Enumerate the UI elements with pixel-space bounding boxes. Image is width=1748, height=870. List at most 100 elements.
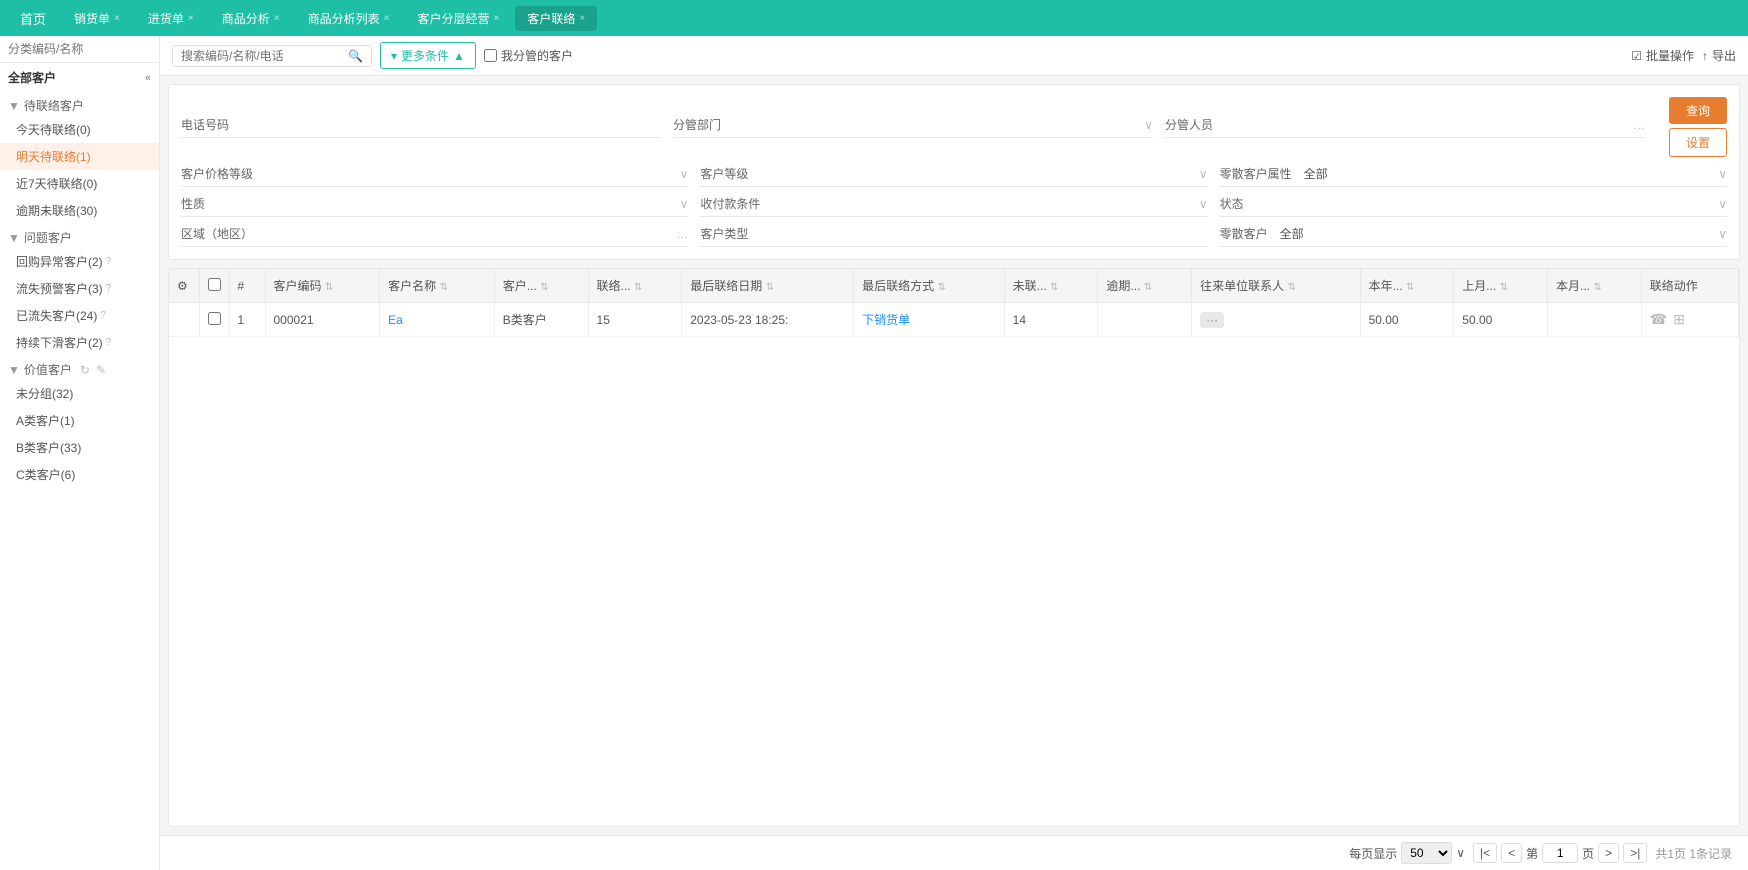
sidebar-item-repurchase-abnormal[interactable]: 回购异常客户(2) ? [0,248,159,275]
last-contact-method-link[interactable]: 下销货单 [862,313,910,327]
nav-item-purchase[interactable]: 进货单 × [136,6,206,31]
my-customers-check[interactable] [484,49,497,62]
query-button[interactable]: 查询 [1669,97,1727,124]
th-this-year[interactable]: 本年... ⇅ [1360,269,1454,303]
nav-item-sales[interactable]: 销货单 × [62,6,132,31]
th-customer-name[interactable]: 客户名称 ⇅ [380,269,495,303]
nav-item-customer-stratify[interactable]: 客户分层经营 × [405,6,511,31]
sidebar-search-input[interactable] [8,42,160,56]
nav-item-product-analysis-list[interactable]: 商品分析列表 × [296,6,402,31]
export-btn[interactable]: ↑ 导出 [1702,47,1736,64]
help-icon[interactable]: ? [106,283,112,294]
phone-input[interactable] [237,118,661,132]
sort-icon[interactable]: ⇅ [540,282,548,293]
prev-page-btn[interactable]: < [1501,843,1522,863]
sort-icon[interactable]: ⇅ [938,282,946,293]
my-customers-checkbox[interactable]: 我分管的客户 [484,47,573,64]
chevron-down-icon[interactable]: ∨ [1199,197,1208,211]
sort-icon[interactable]: ⇅ [1406,282,1414,293]
th-last-month[interactable]: 上月... ⇅ [1454,269,1548,303]
ellipsis-icon[interactable]: … [1633,118,1645,132]
close-icon[interactable]: × [188,13,194,24]
select-all-checkbox[interactable] [208,278,221,291]
sort-icon[interactable]: ⇅ [634,282,642,293]
phone-icon[interactable]: ☎ [1650,311,1667,328]
sidebar-item-declining[interactable]: 持续下滑客户(2) ? [0,329,159,356]
td-customer-type: B类客户 [494,303,588,337]
sort-icon[interactable]: ⇅ [1288,282,1296,293]
next-page-btn[interactable]: > [1598,843,1619,863]
th-overdue[interactable]: 逾期... ⇅ [1098,269,1192,303]
help-icon[interactable]: ? [100,310,106,321]
th-customer-type[interactable]: 客户... ⇅ [494,269,588,303]
th-this-month[interactable]: 本月... ⇅ [1548,269,1642,303]
filter-panel: 电话号码 分管部门 ∨ 分管人员 … 查询 设置 客 [168,84,1740,260]
th-contact-count[interactable]: 联络... ⇅ [588,269,682,303]
th-checkbox[interactable] [199,269,229,303]
sidebar-item-tomorrow[interactable]: 明天待联络(1) [0,143,159,170]
search-icon[interactable]: 🔍 [348,49,363,63]
filter-row-2: 客户价格等级 ∨ 客户等级 ∨ 零散客户属性 全部 ∨ [181,165,1727,187]
sidebar-item-week[interactable]: 近7天待联络(0) [0,170,159,197]
td-checkbox[interactable] [199,303,229,337]
filter-status: 状态 ∨ [1220,195,1727,217]
chevron-down-icon[interactable]: ∨ [1199,167,1208,181]
chevron-down-icon[interactable]: ∨ [1718,227,1727,241]
edit-icon[interactable]: ✎ [96,363,106,377]
chevron-down-icon[interactable]: ∨ [680,197,689,211]
th-unit-contact[interactable]: 往来单位联系人 ⇅ [1192,269,1360,303]
filter-btn[interactable]: ▾ 更多条件 ▲ [380,42,476,69]
th-last-contact-date[interactable]: 最后联络日期 ⇅ [682,269,854,303]
set-button[interactable]: 设置 [1669,128,1727,157]
nav-item-customer-contact[interactable]: 客户联络 × [515,6,597,31]
sort-icon[interactable]: ⇅ [1050,282,1058,293]
sidebar-item-overdue[interactable]: 逾期未联络(30) [0,197,159,224]
nav-item-product-analysis[interactable]: 商品分析 × [210,6,292,31]
page-size-select[interactable]: 10 20 50 100 [1401,842,1452,864]
th-un-contact[interactable]: 未联... ⇅ [1004,269,1098,303]
th-customer-code[interactable]: 客户编码 ⇅ [265,269,380,303]
row-checkbox[interactable] [208,312,221,325]
search-input[interactable] [181,49,344,63]
close-icon[interactable]: × [579,13,585,24]
sort-icon[interactable]: ⇅ [325,282,333,293]
sidebar-item-unclassified[interactable]: 未分组(32) [0,380,159,407]
refresh-icon[interactable]: ↻ [80,363,90,377]
chevron-down-icon[interactable]: ∨ [1718,197,1727,211]
close-icon[interactable]: × [274,13,280,24]
sidebar-item-loss-warning[interactable]: 流失预警客户(3) ? [0,275,159,302]
first-page-btn[interactable]: |< [1473,843,1497,863]
close-icon[interactable]: × [493,13,499,24]
sidebar-item-lost[interactable]: 已流失客户(24) ? [0,302,159,329]
chevron-down-icon[interactable]: ∨ [680,167,689,181]
th-gear[interactable]: ⚙ [169,269,199,303]
customer-name-link[interactable]: Ea [388,313,403,327]
sidebar-item-class-b[interactable]: B类客户(33) [0,434,159,461]
help-icon[interactable]: ? [106,256,112,267]
sort-icon[interactable]: ⇅ [1593,282,1601,293]
chevron-down-icon[interactable]: ∨ [1144,118,1153,132]
close-icon[interactable]: × [384,13,390,24]
sort-icon[interactable]: ⇅ [440,282,448,293]
collapse-icon[interactable]: « [145,72,151,84]
grid-icon[interactable]: ⊞ [1673,311,1685,328]
sidebar-item-class-a[interactable]: A类客户(1) [0,407,159,434]
help-icon[interactable]: ? [106,337,112,348]
all-customers-header[interactable]: 全部客户 « [0,63,159,92]
th-last-contact-method[interactable]: 最后联络方式 ⇅ [854,269,1005,303]
footer-total: 共1页 1条记录 [1655,845,1732,862]
sort-icon[interactable]: ⇅ [1500,282,1508,293]
nav-item-home[interactable]: 首页 [8,5,58,32]
chevron-down-icon[interactable]: ∨ [1718,167,1727,181]
td-last-contact-method[interactable]: 下销货单 [854,303,1005,337]
page-input[interactable] [1542,843,1578,863]
sort-icon[interactable]: ⇅ [766,282,774,293]
batch-op-btn[interactable]: ☑ 批量操作 [1631,47,1694,64]
last-page-btn[interactable]: >| [1623,843,1647,863]
sidebar-item-today[interactable]: 今天待联络(0) [0,116,159,143]
sort-icon[interactable]: ⇅ [1144,282,1152,293]
sidebar-item-class-c[interactable]: C类客户(6) [0,461,159,488]
td-customer-name[interactable]: Ea [380,303,495,337]
close-icon[interactable]: × [114,13,120,24]
ellipsis-icon[interactable]: … [676,227,688,241]
